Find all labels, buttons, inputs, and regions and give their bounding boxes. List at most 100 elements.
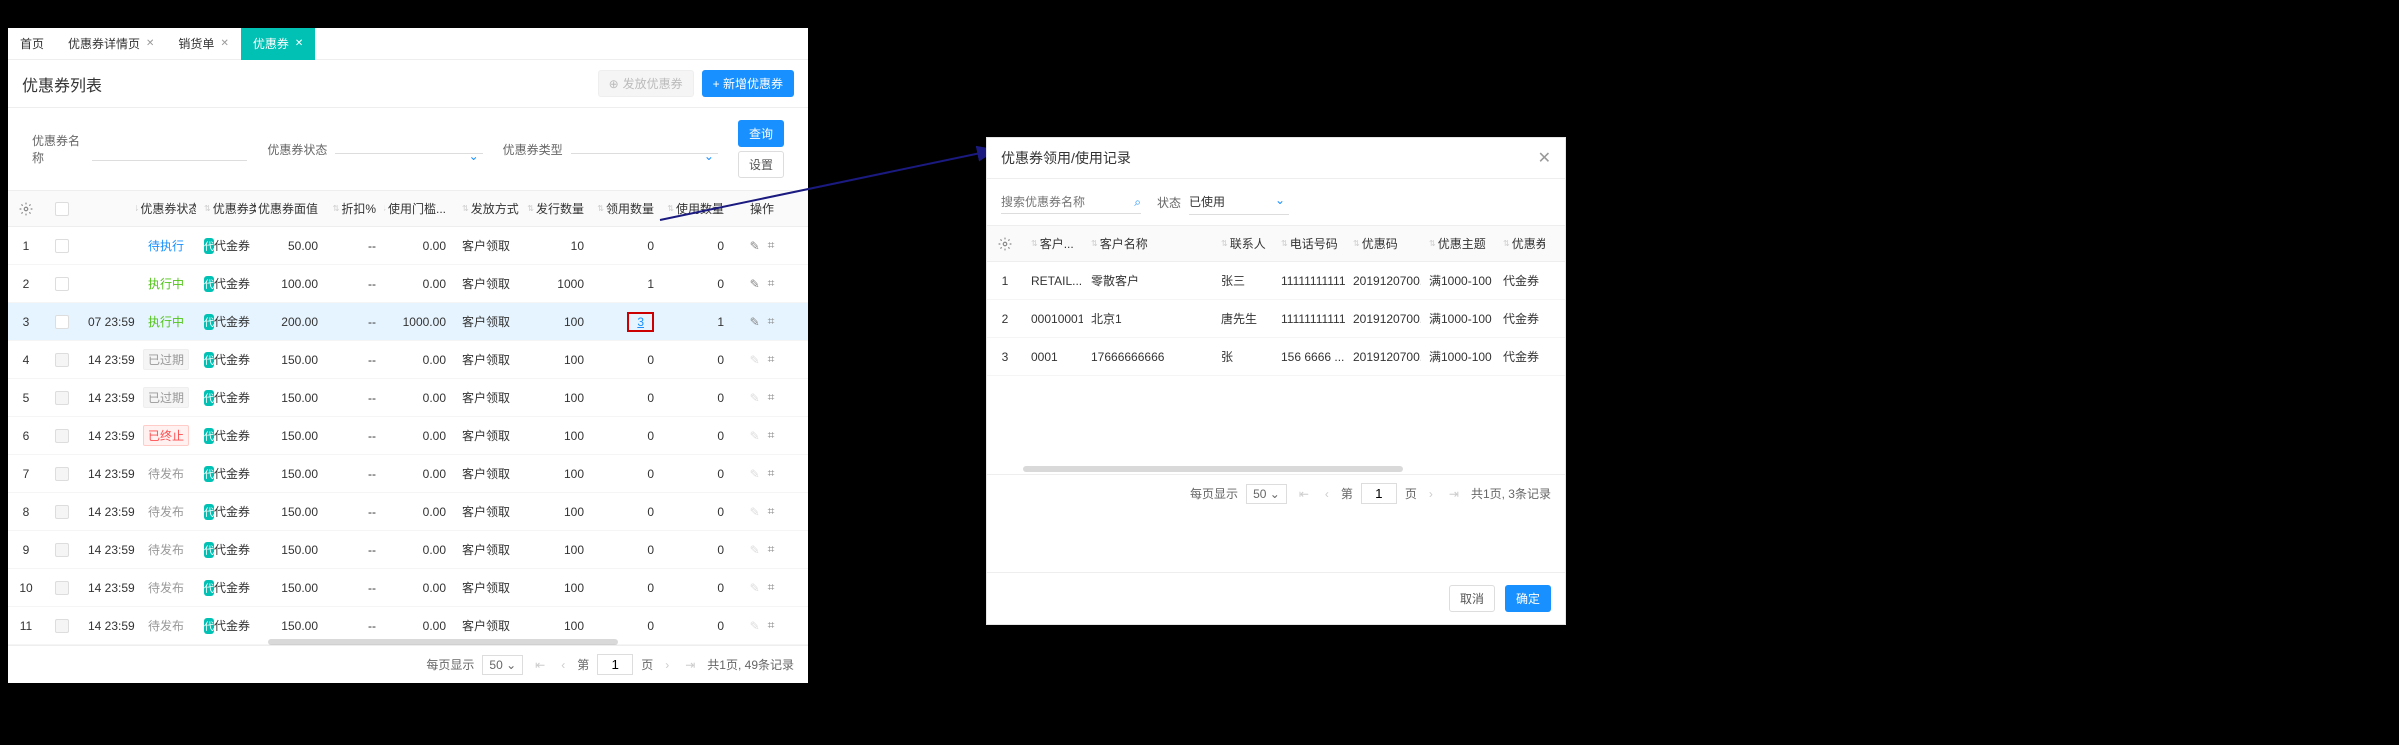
row-checkbox[interactable] <box>55 543 69 557</box>
cancel-button[interactable]: 取消 <box>1449 585 1495 612</box>
table-row[interactable]: 307 23:59执行中代 代金券200.00--1000.00客户领取1003… <box>8 303 808 341</box>
status-select[interactable]: 已使用⌄ <box>1189 189 1289 215</box>
row-checkbox[interactable] <box>55 619 69 633</box>
qr-icon[interactable]: ⌗ <box>768 238 775 253</box>
settings-button[interactable]: 设置 <box>738 151 784 178</box>
query-button[interactable]: 查询 <box>738 120 784 147</box>
edit-icon[interactable]: ✎ <box>750 277 760 291</box>
qr-icon[interactable]: ⌗ <box>768 428 775 443</box>
cust-column[interactable]: ⇅客户... <box>1023 235 1083 252</box>
table-row[interactable]: 200010001北京1唐先生111111111112019120700...满… <box>987 300 1565 338</box>
table-row[interactable]: 714 23:59待发布代 代金券150.00--0.00客户领取10000✎⌗ <box>8 455 808 493</box>
close-icon[interactable]: ✕ <box>1538 148 1551 168</box>
h-scrollbar[interactable] <box>8 639 808 645</box>
qr-icon[interactable]: ⌗ <box>768 352 775 367</box>
qr-icon[interactable]: ⌗ <box>768 390 775 405</box>
table-row[interactable]: 814 23:59待发布代 代金券150.00--0.00客户领取10000✎⌗ <box>8 493 808 531</box>
qr-icon[interactable]: ⌗ <box>768 618 775 633</box>
table-row[interactable]: 514 23:59已过期代 代金券150.00--0.00客户领取10000✎⌗ <box>8 379 808 417</box>
row-checkbox[interactable] <box>55 581 69 595</box>
type-column[interactable]: ⇅优惠券类 <box>1495 235 1545 252</box>
discount-column[interactable]: ⇅折扣% <box>326 200 384 217</box>
table-row[interactable]: 614 23:59已终止代 代金券150.00--0.00客户领取10000✎⌗ <box>8 417 808 455</box>
row-checkbox[interactable] <box>55 315 69 329</box>
row-checkbox[interactable] <box>55 239 69 253</box>
search-input[interactable] <box>1001 191 1141 214</box>
gear-column[interactable] <box>987 237 1023 251</box>
page-number-input[interactable] <box>597 654 633 675</box>
received-link[interactable]: 3 <box>627 312 654 332</box>
status-select[interactable]: ⌄ <box>335 145 482 154</box>
add-coupon-button[interactable]: + 新增优惠券 <box>702 70 794 97</box>
tab-home[interactable]: 首页 <box>8 28 56 60</box>
first-page-icon[interactable]: ⇤ <box>531 658 549 672</box>
qr-icon[interactable]: ⌗ <box>768 580 775 595</box>
table-row[interactable]: 1待执行代 代金券50.00--0.00客户领取1000✎⌗ <box>8 227 808 265</box>
prev-page-icon[interactable]: ‹ <box>557 658 569 672</box>
name-column[interactable]: ⇅客户名称 <box>1083 235 1213 252</box>
tab-coupon[interactable]: 优惠券✕ <box>241 28 315 60</box>
search-icon[interactable]: ⌕ <box>1134 195 1141 210</box>
confirm-button[interactable]: 确定 <box>1505 585 1551 612</box>
qr-icon[interactable]: ⌗ <box>768 504 775 519</box>
next-page-icon[interactable]: › <box>661 658 673 672</box>
table-row[interactable]: 1014 23:59待发布代 代金券150.00--0.00客户领取10000✎… <box>8 569 808 607</box>
next-page-icon[interactable]: › <box>1425 487 1437 501</box>
last-page-icon[interactable]: ⇥ <box>681 658 699 672</box>
status-column[interactable]: ⇅优惠券状态 <box>136 200 196 217</box>
row-checkbox[interactable] <box>55 429 69 443</box>
issue-coupon-button[interactable]: ⊕发放优惠券 <box>598 70 694 97</box>
row-checkbox[interactable] <box>55 467 69 481</box>
table-row[interactable]: 1RETAIL...零散客户张三111111111112019120700...… <box>987 262 1565 300</box>
close-icon[interactable]: ✕ <box>220 28 228 60</box>
table-row[interactable]: 2执行中代 代金券100.00--0.00客户领取100010✎⌗ <box>8 265 808 303</box>
table-row[interactable]: 414 23:59已过期代 代金券150.00--0.00客户领取10000✎⌗ <box>8 341 808 379</box>
type-column[interactable]: ⇅优惠券类型 <box>196 200 256 217</box>
method-column[interactable]: ⇅发放方式 <box>454 200 522 217</box>
phone-column[interactable]: ⇅电话号码 <box>1273 235 1345 252</box>
table-row[interactable]: 914 23:59待发布代 代金券150.00--0.00客户领取10000✎⌗ <box>8 531 808 569</box>
table-row[interactable]: 3000117666666666张156 6666 ...2019120700.… <box>987 338 1565 376</box>
edit-icon[interactable]: ✎ <box>750 315 760 329</box>
subject-column[interactable]: ⇅优惠主题 <box>1421 235 1495 252</box>
row-checkbox[interactable] <box>55 277 69 291</box>
row-checkbox[interactable] <box>55 391 69 405</box>
type-select[interactable]: ⌄ <box>571 145 718 154</box>
tab-sales-order[interactable]: 销货单✕ <box>166 28 240 60</box>
row-checkbox[interactable] <box>55 353 69 367</box>
coupon-name-input[interactable] <box>92 138 247 161</box>
threshold-column[interactable]: ⇅使用门槛... <box>384 200 454 217</box>
tab-coupon-detail[interactable]: 优惠券详情页✕ <box>56 28 166 60</box>
page-number-input[interactable] <box>1361 483 1397 504</box>
scroll-thumb[interactable] <box>1023 466 1403 472</box>
row-received: 0 <box>592 391 662 405</box>
used-column[interactable]: ⇅使用数量 <box>662 200 732 217</box>
prev-page-icon[interactable]: ‹ <box>1321 487 1333 501</box>
modal-table: ⇅客户... ⇅客户名称 ⇅联系人 ⇅电话号码 ⇅优惠码 ⇅优惠主题 ⇅优惠券类… <box>987 226 1565 474</box>
checkbox-column[interactable] <box>44 202 80 216</box>
sort-icon: ⇅ <box>462 204 469 213</box>
edit-icon[interactable]: ✎ <box>750 239 760 253</box>
qr-icon[interactable]: ⌗ <box>768 314 775 329</box>
scroll-thumb[interactable] <box>268 639 618 645</box>
contact-column[interactable]: ⇅联系人 <box>1213 235 1273 252</box>
qr-icon[interactable]: ⌗ <box>768 276 775 291</box>
select-all-checkbox[interactable] <box>55 202 69 216</box>
row-ops: ✎⌗ <box>732 352 792 367</box>
gear-column[interactable] <box>8 202 44 216</box>
last-page-icon[interactable]: ⇥ <box>1445 487 1463 501</box>
face-column[interactable]: ⇅优惠券面值 <box>256 200 326 217</box>
first-page-icon[interactable]: ⇤ <box>1295 487 1313 501</box>
received-column[interactable]: ⇅领用数量 <box>592 200 662 217</box>
row-issued: 1000 <box>522 277 592 291</box>
close-icon[interactable]: ✕ <box>295 28 303 60</box>
h-scrollbar[interactable] <box>987 466 1565 474</box>
code-column[interactable]: ⇅优惠码 <box>1345 235 1421 252</box>
per-page-select[interactable]: 50 ⌄ <box>482 655 523 675</box>
qr-icon[interactable]: ⌗ <box>768 466 775 481</box>
qr-icon[interactable]: ⌗ <box>768 542 775 557</box>
row-checkbox[interactable] <box>55 505 69 519</box>
issued-column[interactable]: ⇅发行数量 <box>522 200 592 217</box>
per-page-select[interactable]: 50 ⌄ <box>1246 484 1287 504</box>
close-icon[interactable]: ✕ <box>146 28 154 60</box>
